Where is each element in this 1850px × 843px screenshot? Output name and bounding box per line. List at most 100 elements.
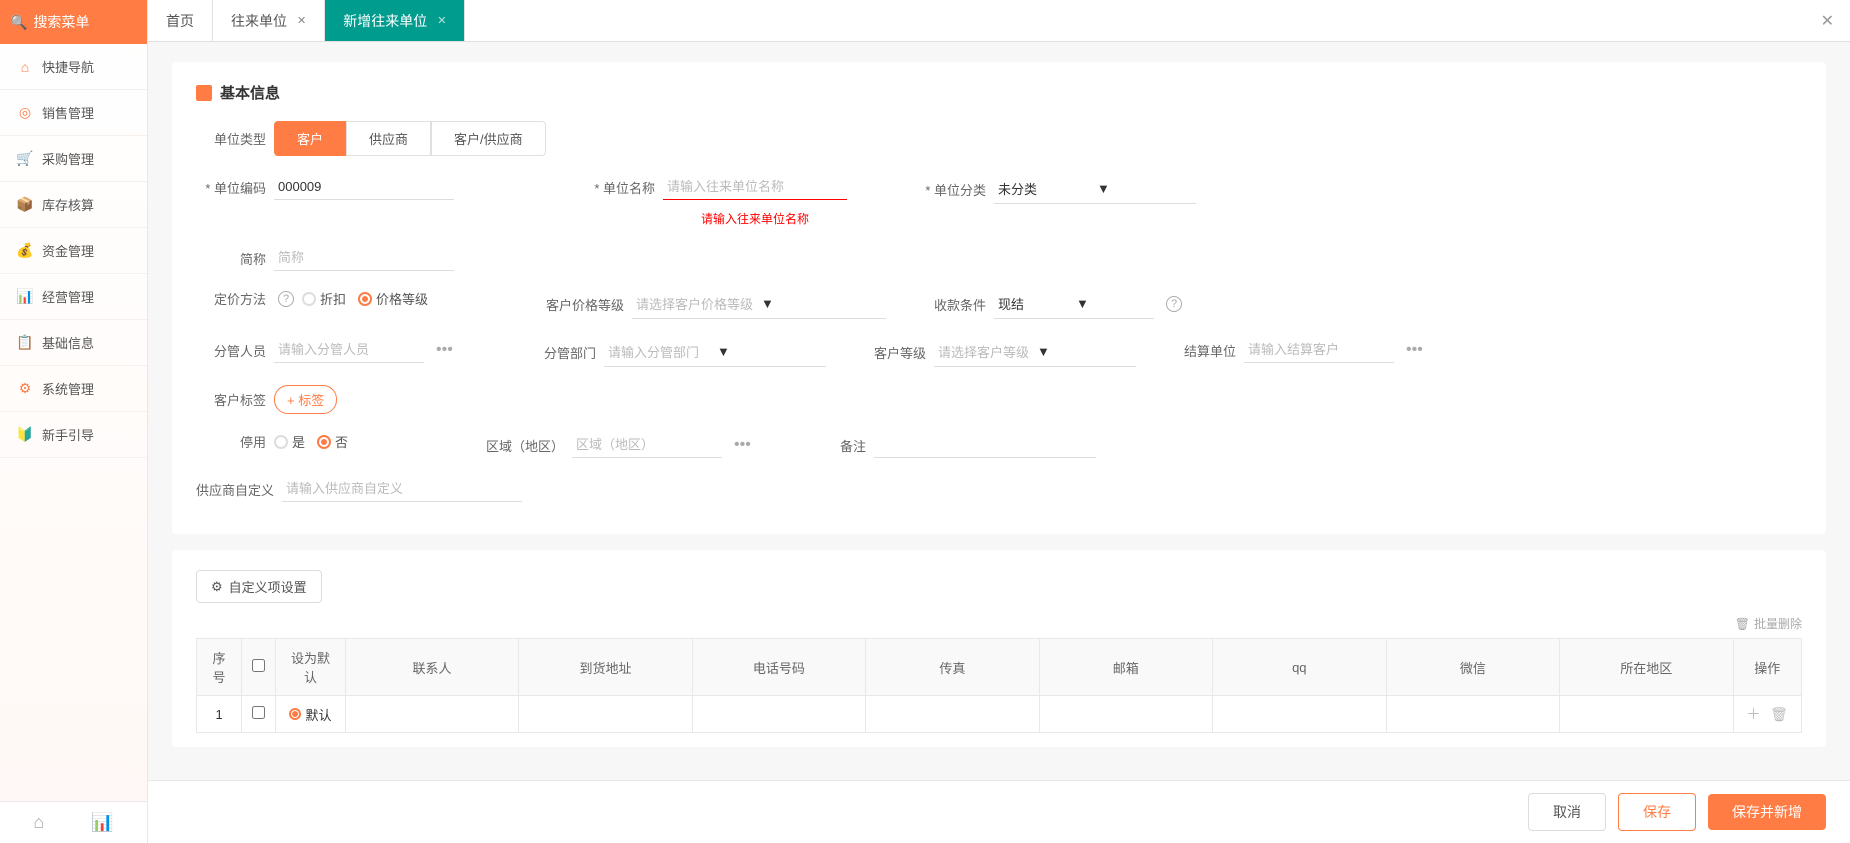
manager-input[interactable] <box>274 337 424 363</box>
batch-delete-button[interactable]: 🗑 批量删除 <box>196 615 1802 632</box>
abbreviation-label: 简称 <box>196 249 266 268</box>
sidebar-icon-system: ⚙ <box>16 380 34 398</box>
tab-home[interactable]: 首页 <box>148 0 213 41</box>
unit-code-input[interactable] <box>274 174 454 200</box>
pricing-discount-radio[interactable]: 折扣 <box>302 289 346 308</box>
supplier-custom-input[interactable] <box>282 476 522 502</box>
tab-close-new-partner[interactable]: ✕ <box>437 14 446 27</box>
disabled-no-label: 否 <box>335 432 348 451</box>
manager-field: 分管人员 ••• <box>196 337 496 363</box>
row-email[interactable] <box>1039 696 1212 733</box>
sidebar-label-operations: 经营管理 <box>42 287 94 306</box>
region-field: 区域（地区） ••• <box>486 432 766 458</box>
unit-name-label: * 单位名称 <box>585 178 655 197</box>
row-qq[interactable] <box>1213 696 1387 733</box>
sidebar-item-finance[interactable]: 💰资金管理 <box>0 228 147 274</box>
table-select-all[interactable] <box>252 659 265 672</box>
sidebar-home-icon[interactable]: ⌂ <box>33 812 44 833</box>
row-fax[interactable] <box>866 696 1039 733</box>
row-delete-button[interactable]: 🗑 <box>1770 706 1788 722</box>
sidebar-label-system: 系统管理 <box>42 379 94 398</box>
region-input[interactable] <box>572 432 722 458</box>
row-seq: 1 <box>197 696 242 733</box>
sidebar-icon-purchase: 🛒 <box>16 150 34 168</box>
payment-terms-select[interactable]: 现结 ▼ <box>994 289 1154 319</box>
tab-label-home: 首页 <box>166 11 194 31</box>
sidebar-icon-sales: ◎ <box>16 104 34 122</box>
sidebar-item-guide[interactable]: 🔰新手引导 <box>0 412 147 458</box>
add-tag-button[interactable]: + 标签 <box>274 385 337 414</box>
region-label: 区域（地区） <box>486 436 564 455</box>
unit-category-field: * 单位分类 未分类 ▼ <box>916 174 1196 204</box>
search-menu-button[interactable]: 🔍 搜索菜单 <box>0 0 147 44</box>
table-col-2: 设为默认 <box>276 639 346 696</box>
table-col-1[interactable] <box>242 639 276 696</box>
unit-type-supplier-button[interactable]: 供应商 <box>346 121 431 156</box>
row-phone[interactable] <box>692 696 865 733</box>
unit-name-error: 请输入往来单位名称 <box>701 210 809 227</box>
disabled-yes-radio[interactable]: 是 <box>274 432 305 451</box>
notes-field: 备注 <box>796 432 1096 458</box>
unit-type-row: 单位类型 客户供应商客户/供应商 <box>196 121 1802 156</box>
sidebar-item-basic[interactable]: 📋基础信息 <box>0 320 147 366</box>
customer-price-level-select[interactable]: 请选择客户价格等级 ▼ <box>632 289 886 319</box>
payment-terms-help[interactable]: ? <box>1166 296 1182 312</box>
row-default[interactable]: 默认 <box>276 696 346 733</box>
manager-dots[interactable]: ••• <box>432 339 457 361</box>
pricing-method-label: 定价方法 <box>196 289 266 308</box>
department-select[interactable]: 请输入分管部门 ▼ <box>604 337 826 367</box>
pricing-level-radio[interactable]: 价格等级 <box>358 289 428 308</box>
row-address[interactable] <box>519 696 692 733</box>
sidebar-item-operations[interactable]: 📊 经营管理 <box>0 274 147 320</box>
tab-label-partner: 往来单位 <box>231 11 287 31</box>
customer-price-level-placeholder: 请选择客户价格等级 <box>636 294 757 313</box>
settlement-unit-dots[interactable]: ••• <box>1402 339 1427 361</box>
custom-settings-button[interactable]: ⚙ 自定义项设置 <box>196 570 322 603</box>
unit-type-both-button[interactable]: 客户/供应商 <box>431 121 546 156</box>
tab-new-partner[interactable]: 新增往来单位✕ <box>325 0 465 41</box>
row-checkbox[interactable] <box>242 696 276 733</box>
abbreviation-input[interactable] <box>274 245 454 271</box>
row-wechat[interactable] <box>1386 696 1559 733</box>
sidebar-label-quick-nav: 快捷导航 <box>42 57 94 76</box>
row-contact[interactable] <box>345 696 518 733</box>
close-all-tabs-button[interactable]: ✕ <box>1805 11 1850 31</box>
save-and-new-button[interactable]: 保存并新增 <box>1708 794 1826 830</box>
settlement-unit-input[interactable] <box>1244 337 1394 363</box>
basic-info-card: 基本信息 单位类型 客户供应商客户/供应商 * 单位编码 * 单位名称 <box>172 62 1826 534</box>
disabled-no-radio[interactable]: 否 <box>317 432 348 451</box>
unit-name-input[interactable] <box>663 174 847 200</box>
unit-type-customer-button[interactable]: 客户 <box>274 121 346 156</box>
sidebar-item-sales[interactable]: ◎销售管理 <box>0 90 147 136</box>
sidebar-item-inventory[interactable]: 📦库存核算 <box>0 182 147 228</box>
sidebar-item-quick-nav[interactable]: ⌂快捷导航 <box>0 44 147 90</box>
unit-code-field: * 单位编码 <box>196 174 516 200</box>
pricing-discount-circle <box>302 292 316 306</box>
row-region[interactable] <box>1560 696 1733 733</box>
row-select[interactable] <box>252 706 265 719</box>
payment-terms-label: 收款条件 <box>916 295 986 314</box>
department-chevron: ▼ <box>717 344 822 359</box>
row-add-button[interactable]: ＋ <box>1747 706 1761 722</box>
tab-close-partner[interactable]: ✕ <box>297 14 306 27</box>
save-button[interactable]: 保存 <box>1618 793 1696 831</box>
notes-input[interactable] <box>874 432 1096 458</box>
row-actions[interactable]: ＋ 🗑 <box>1733 696 1801 733</box>
unit-name-field: * 单位名称 请输入往来单位名称 <box>546 174 886 227</box>
sidebar-icon-operations: 📊 <box>16 288 34 306</box>
payment-terms-field: 收款条件 现结 ▼ ? <box>916 289 1182 319</box>
unit-category-select[interactable]: 未分类 ▼ <box>994 174 1196 204</box>
table-section-card: ⚙ 自定义项设置 🗑 批量删除 序号设为默认联系人到货地址电话号码传真邮箱qq微… <box>172 550 1826 747</box>
tab-partner[interactable]: 往来单位 ✕ <box>213 0 325 41</box>
sidebar-item-purchase[interactable]: 🛒采购管理 <box>0 136 147 182</box>
pricing-method-help[interactable]: ? <box>278 291 294 307</box>
sidebar-item-system[interactable]: ⚙ 系统管理 <box>0 366 147 412</box>
region-dots[interactable]: ••• <box>730 434 755 456</box>
cancel-button[interactable]: 取消 <box>1528 793 1606 831</box>
table-col-5: 电话号码 <box>692 639 865 696</box>
sidebar-stats-icon[interactable]: 📊 <box>91 812 113 833</box>
disabled-yes-circle <box>274 435 288 449</box>
sidebar-label-inventory: 库存核算 <box>42 195 94 214</box>
department-field: 分管部门 请输入分管部门 ▼ <box>526 337 826 367</box>
customer-level-select[interactable]: 请选择客户等级 ▼ <box>934 337 1136 367</box>
